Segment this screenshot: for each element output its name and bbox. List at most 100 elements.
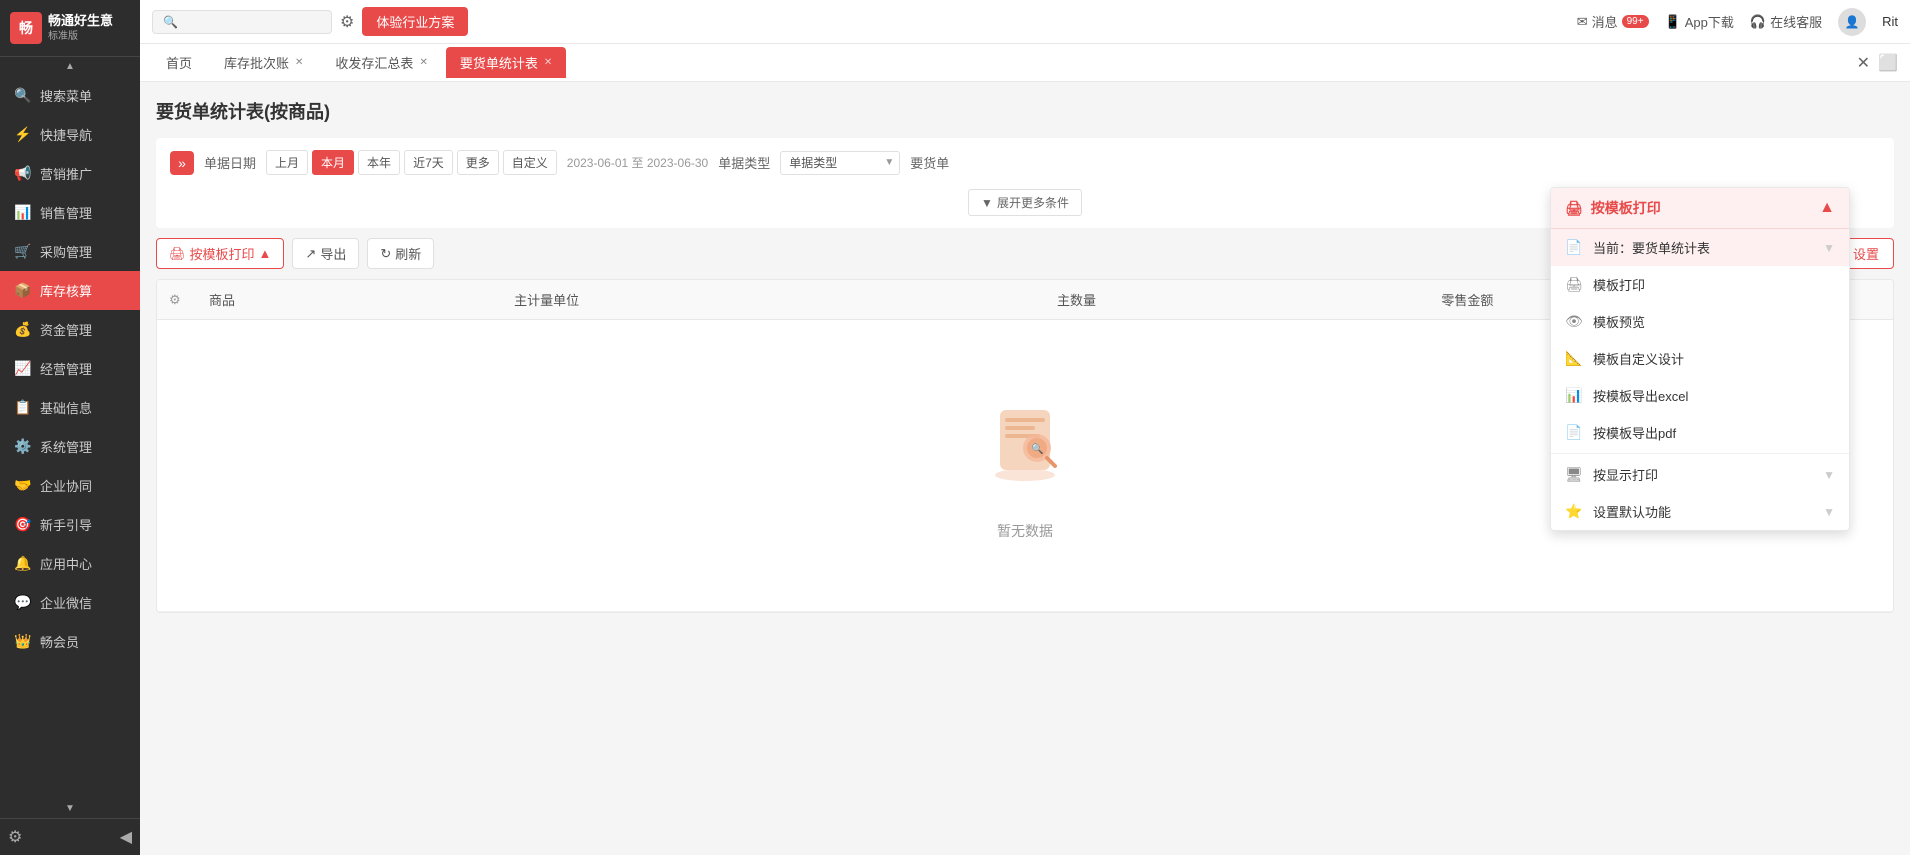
tab-order-summary-close[interactable]: ✕ (544, 57, 552, 68)
search-icon: 🔍 (163, 15, 178, 29)
export-label: 导出 (320, 244, 346, 263)
dropdown-close-button[interactable]: ▲ (1819, 199, 1835, 217)
tab-inventory-batch[interactable]: 库存批次账 ✕ (210, 47, 317, 78)
sidebar-item-basic[interactable]: 📋 基础信息 (0, 388, 140, 427)
eye-icon: 👁 (1565, 313, 1583, 330)
app-brand-text: 畅通好生意 标准版 (48, 12, 113, 44)
sidebar-item-apps[interactable]: 🔔 应用中心 (0, 544, 140, 583)
sidebar-item-label: 畅会员 (40, 632, 79, 651)
dropdown-default-func-label: 设置默认功能 (1593, 502, 1813, 521)
sidebar-item-label: 基础信息 (40, 398, 92, 417)
trial-button[interactable]: 体验行业方案 (362, 7, 468, 36)
dropdown-print-icon: 🖨 (1565, 200, 1583, 217)
sidebar: 畅 畅通好生意 标准版 ▲ 🔍 搜索菜单 ⚡ 快捷导航 📢 营销推广 📊 销售管… (0, 0, 140, 855)
tab-inventory-batch-close[interactable]: ✕ (295, 57, 303, 68)
dropdown-item-template-pdf[interactable]: 📄 按模板导出pdf (1551, 414, 1849, 451)
sidebar-item-sales[interactable]: 📊 销售管理 (0, 193, 140, 232)
print-label: 按模板打印 (190, 244, 255, 263)
content-area: 要货单统计表(按商品) » 单据日期 上月 本月 本年 近7天 更多 自定义 2… (140, 82, 1910, 855)
sidebar-item-marketing[interactable]: 📢 营销推广 (0, 154, 140, 193)
date-btn-custom[interactable]: 自定义 (503, 150, 557, 175)
sidebar-item-label: 资金管理 (40, 320, 92, 339)
sidebar-item-enterprise[interactable]: 🤝 企业协同 (0, 466, 140, 505)
tabs-bar: 首页 库存批次账 ✕ 收发存汇总表 ✕ 要货单统计表 ✕ ✕ ⬜ (140, 44, 1910, 82)
date-btn-7days[interactable]: 近7天 (404, 150, 453, 175)
settings-icon[interactable]: ⚙ (8, 827, 22, 847)
sidebar-item-guide[interactable]: 🎯 新手引导 (0, 505, 140, 544)
dropdown-item-template-excel[interactable]: 📊 按模板导出excel (1551, 377, 1849, 414)
sidebar-item-label: 应用中心 (40, 554, 92, 573)
sidebar-item-inventory[interactable]: 📦 库存核算 (0, 271, 140, 310)
filter-expand-button[interactable]: » (170, 151, 194, 175)
col-header-unit: 主计量单位 (502, 280, 1045, 320)
sidebar-item-label: 经营管理 (40, 359, 92, 378)
user-name[interactable]: Rit (1882, 14, 1898, 29)
table-gear-icon[interactable]: ⚙ (169, 292, 181, 307)
dropdown-title-label: 按模板打印 (1591, 198, 1661, 218)
sidebar-item-quick-nav[interactable]: ⚡ 快捷导航 (0, 115, 140, 154)
dropdown-divider (1551, 453, 1849, 454)
brand-name: 畅通好生意 (48, 12, 113, 30)
dropdown-item-current[interactable]: 📄 当前：要货单统计表 ▼ (1551, 229, 1849, 266)
dropdown-item-template-preview[interactable]: 👁 模板预览 (1551, 303, 1849, 340)
printer-icon: 🖨 (1565, 276, 1583, 293)
dropdown-item-default-func[interactable]: ⭐ 设置默认功能 ▼ (1551, 493, 1849, 530)
cart-icon: 🛒 (14, 243, 32, 261)
excel-icon: 📊 (1565, 387, 1583, 404)
window-close-button[interactable]: ✕ (1857, 53, 1870, 73)
sidebar-item-finance[interactable]: 💰 资金管理 (0, 310, 140, 349)
dropdown-item-template-custom[interactable]: 📐 模板自定义设计 (1551, 340, 1849, 377)
chat-icon: 💬 (14, 594, 32, 612)
topbar-search-bar[interactable]: 🔍 (152, 10, 332, 34)
star-icon: ⭐ (1565, 503, 1583, 520)
sidebar-item-label: 企业协同 (40, 476, 92, 495)
sidebar-item-purchase[interactable]: 🛒 采购管理 (0, 232, 140, 271)
avatar[interactable]: 👤 (1838, 8, 1866, 36)
printer-icon: 🖨 (169, 246, 186, 262)
sidebar-item-member[interactable]: 👑 畅会员 (0, 622, 140, 661)
download-icon: 📱 (1665, 14, 1681, 30)
brand-subtitle: 标准版 (48, 30, 113, 44)
pdf-icon: 📄 (1565, 424, 1583, 441)
refresh-button[interactable]: ↻ 刷新 (367, 238, 434, 269)
dropdown-template-print-label: 模板打印 (1593, 275, 1835, 294)
sidebar-item-label: 企业微信 (40, 593, 92, 612)
sidebar-item-system[interactable]: ⚙️ 系统管理 (0, 427, 140, 466)
sidebar-item-operations[interactable]: 📈 经营管理 (0, 349, 140, 388)
main-area: 🔍 ⚙ 体验行业方案 ✉ 消息 99+ 📱 App下载 🎧 在线客服 👤 Rit (140, 0, 1910, 855)
export-button[interactable]: ↗ 导出 (292, 238, 359, 269)
date-btn-this-month[interactable]: 本月 (312, 150, 354, 175)
gear-icon: ⚙️ (14, 438, 32, 456)
expand-conditions-button[interactable]: ▼ 展开更多条件 (968, 189, 1082, 216)
date-btn-this-year[interactable]: 本年 (358, 150, 400, 175)
print-dropdown-menu: 🖨 按模板打印 ▲ 📄 当前：要货单统计表 ▼ 🖨 模板打印 👁 模板预览 📐 (1550, 187, 1850, 531)
sidebar-scroll-down[interactable]: ▼ (0, 799, 140, 818)
tab-order-summary[interactable]: 要货单统计表 ✕ (446, 47, 566, 78)
print-button[interactable]: 🖨 按模板打印 ▲ (156, 238, 284, 269)
tab-receipt-summary-close[interactable]: ✕ (419, 57, 427, 68)
date-btn-prev-month[interactable]: 上月 (266, 150, 308, 175)
chart-icon: 📊 (14, 204, 32, 222)
message-item[interactable]: ✉ 消息 99+ (1577, 12, 1649, 31)
collapse-icon[interactable]: ◀ (120, 827, 132, 847)
dropdown-item-template-print[interactable]: 🖨 模板打印 (1551, 266, 1849, 303)
tab-receipt-summary[interactable]: 收发存汇总表 ✕ (321, 47, 441, 78)
sidebar-scroll-up[interactable]: ▲ (0, 57, 140, 76)
topbar-right: ✉ 消息 99+ 📱 App下载 🎧 在线客服 👤 Rit (1577, 8, 1898, 36)
online-service-item[interactable]: 🎧 在线客服 (1750, 12, 1822, 31)
dropdown-title: 🖨 按模板打印 (1565, 198, 1661, 218)
tab-home[interactable]: 首页 (152, 47, 206, 78)
dropdown-item-display-print[interactable]: 🖥 按显示打印 ▼ (1551, 456, 1849, 493)
sidebar-item-wechat[interactable]: 💬 企业微信 (0, 583, 140, 622)
sidebar-footer: ⚙ ◀ (0, 818, 140, 855)
sidebar-item-label: 采购管理 (40, 242, 92, 261)
type-select[interactable]: 单据类型 (780, 151, 900, 175)
sidebar-item-search[interactable]: 🔍 搜索菜单 (0, 76, 140, 115)
topbar-settings-icon[interactable]: ⚙ (340, 12, 354, 32)
window-maximize-button[interactable]: ⬜ (1878, 53, 1898, 73)
dropdown-display-print-arrow: ▼ (1823, 468, 1835, 482)
date-btn-more[interactable]: 更多 (457, 150, 499, 175)
export-icon: ↗ (305, 246, 316, 262)
search-placeholder (182, 15, 185, 29)
app-download-item[interactable]: 📱 App下载 (1665, 12, 1734, 31)
